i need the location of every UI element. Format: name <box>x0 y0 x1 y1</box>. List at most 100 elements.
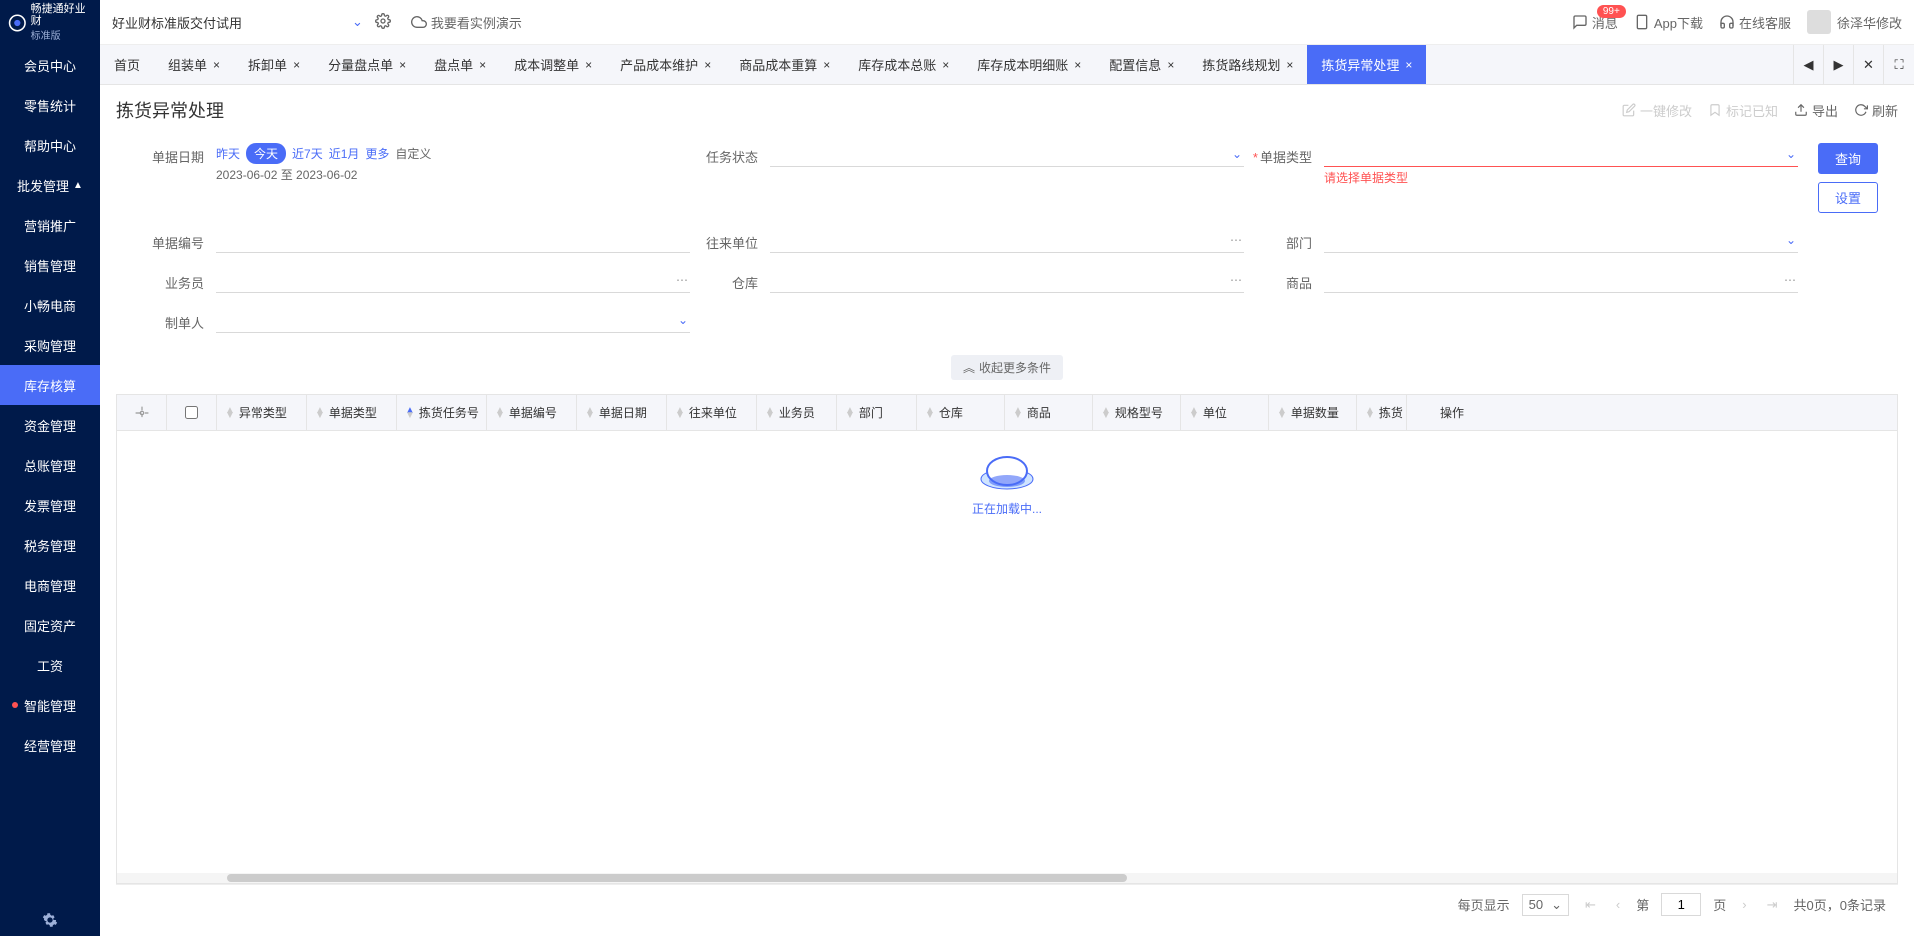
export-button[interactable]: 导出 <box>1794 101 1838 120</box>
sidebar-item-12[interactable]: 税务管理 <box>0 525 100 565</box>
sidebar-item-0[interactable]: 会员中心 <box>0 45 100 85</box>
column-header-10[interactable]: ▲▼规格型号 <box>1093 395 1181 430</box>
doc-no-input[interactable] <box>216 229 690 253</box>
column-header-3[interactable]: ▲▼单据编号 <box>487 395 577 430</box>
column-header-6[interactable]: ▲▼业务员 <box>757 395 837 430</box>
product-input[interactable] <box>1324 269 1798 293</box>
sidebar-item-10[interactable]: 总账管理 <box>0 445 100 485</box>
column-header-7[interactable]: ▲▼部门 <box>837 395 917 430</box>
warehouse-input[interactable] <box>770 269 1244 293</box>
sidebar-item-14[interactable]: 固定资产 <box>0 605 100 645</box>
sidebar-item-3[interactable]: 批发管理▲ <box>0 165 100 205</box>
pill-last-month[interactable]: 近1月 <box>329 145 360 162</box>
close-icon[interactable]: × <box>942 58 949 72</box>
pill-last7[interactable]: 近7天 <box>292 145 323 162</box>
demo-link[interactable]: 我要看实例演示 <box>411 13 522 32</box>
tab-3[interactable]: 分量盘点单× <box>314 45 420 84</box>
refresh-button[interactable]: 刷新 <box>1854 101 1898 120</box>
tab-0[interactable]: 首页 <box>100 45 154 84</box>
tab-7[interactable]: 商品成本重算× <box>725 45 844 84</box>
page-last[interactable]: ⇥ <box>1763 897 1782 913</box>
page-first[interactable]: ⇤ <box>1581 897 1600 913</box>
close-icon[interactable]: × <box>213 58 220 72</box>
ellipsis-icon[interactable]: ⋯ <box>1230 233 1242 247</box>
column-settings[interactable] <box>117 395 167 430</box>
doc-type-select[interactable] <box>1324 143 1798 167</box>
per-page-select[interactable]: 50 ⌄ <box>1522 894 1569 916</box>
sidebar-item-1[interactable]: 零售统计 <box>0 85 100 125</box>
sidebar-item-11[interactable]: 发票管理 <box>0 485 100 525</box>
pill-today[interactable]: 今天 <box>246 143 286 164</box>
company-selector[interactable]: 好业财标准版交付试用 ⌄ <box>112 13 363 32</box>
page-input[interactable] <box>1661 893 1701 916</box>
column-header-4[interactable]: ▲▼单据日期 <box>577 395 667 430</box>
ellipsis-icon[interactable]: ⋯ <box>676 273 688 287</box>
sidebar-item-17[interactable]: 经营管理 <box>0 725 100 765</box>
dept-select[interactable] <box>1324 229 1798 253</box>
partner-input[interactable] <box>770 229 1244 253</box>
sidebar-settings-icon[interactable] <box>42 912 58 931</box>
chevron-down-icon[interactable]: ⌄ <box>678 313 688 327</box>
page-next[interactable]: › <box>1738 897 1750 912</box>
query-button[interactable]: 查询 <box>1818 143 1878 174</box>
column-header-9[interactable]: ▲▼商品 <box>1005 395 1093 430</box>
page-prev[interactable]: ‹ <box>1612 897 1624 912</box>
column-header-12[interactable]: ▲▼单据数量 <box>1269 395 1357 430</box>
close-icon[interactable]: × <box>823 58 830 72</box>
sidebar-item-9[interactable]: 资金管理 <box>0 405 100 445</box>
tab-10[interactable]: 配置信息× <box>1095 45 1188 84</box>
close-icon[interactable]: × <box>1405 58 1412 72</box>
topbar-settings-icon[interactable] <box>375 13 391 32</box>
sidebar-item-15[interactable]: 工资 <box>0 645 100 685</box>
tab-6[interactable]: 产品成本维护× <box>606 45 725 84</box>
column-header-2[interactable]: ▲▼拣货任务号 <box>397 395 487 430</box>
select-all-checkbox[interactable] <box>167 395 217 430</box>
column-header-14[interactable]: 操作 <box>1407 395 1497 430</box>
settings-button[interactable]: 设置 <box>1818 182 1878 213</box>
chevron-down-icon[interactable]: ⌄ <box>1786 147 1796 161</box>
column-header-5[interactable]: ▲▼往来单位 <box>667 395 757 430</box>
messages-button[interactable]: 消息 99+ <box>1572 13 1618 32</box>
ellipsis-icon[interactable]: ⋯ <box>1784 273 1796 287</box>
close-icon[interactable]: × <box>585 58 592 72</box>
column-header-8[interactable]: ▲▼仓库 <box>917 395 1005 430</box>
sidebar-item-5[interactable]: 销售管理 <box>0 245 100 285</box>
close-icon[interactable]: × <box>399 58 406 72</box>
tab-close-all[interactable]: ✕ <box>1854 45 1884 84</box>
ellipsis-icon[interactable]: ⋯ <box>1230 273 1242 287</box>
close-icon[interactable]: × <box>479 58 486 72</box>
fullscreen-button[interactable]: ⛶ <box>1884 45 1914 84</box>
user-menu[interactable]: 徐泽华修改 <box>1807 10 1902 34</box>
tab-scroll-right[interactable]: ▶ <box>1824 45 1854 84</box>
column-header-13[interactable]: ▲▼拣货 <box>1357 395 1407 430</box>
tab-11[interactable]: 拣货路线规划× <box>1188 45 1307 84</box>
pill-more[interactable]: 更多 <box>365 145 389 162</box>
column-header-11[interactable]: ▲▼单位 <box>1181 395 1269 430</box>
online-service-button[interactable]: 在线客服 <box>1719 13 1791 32</box>
collapse-filters-button[interactable]: ︽ 收起更多条件 <box>951 355 1063 380</box>
tab-4[interactable]: 盘点单× <box>420 45 500 84</box>
chevron-down-icon[interactable]: ⌄ <box>1232 147 1242 161</box>
close-icon[interactable]: × <box>1074 58 1081 72</box>
column-header-0[interactable]: ▲▼异常类型 <box>217 395 307 430</box>
close-icon[interactable]: × <box>293 58 300 72</box>
close-icon[interactable]: × <box>1167 58 1174 72</box>
tab-5[interactable]: 成本调整单× <box>500 45 606 84</box>
sidebar-item-16[interactable]: 智能管理 <box>0 685 100 725</box>
close-icon[interactable]: × <box>1286 58 1293 72</box>
chevron-down-icon[interactable]: ⌄ <box>1786 233 1796 247</box>
sidebar-item-4[interactable]: 营销推广 <box>0 205 100 245</box>
close-icon[interactable]: × <box>704 58 711 72</box>
sales-input[interactable] <box>216 269 690 293</box>
app-download-button[interactable]: App下载 <box>1634 13 1703 32</box>
sidebar-item-2[interactable]: 帮助中心 <box>0 125 100 165</box>
column-header-1[interactable]: ▲▼单据类型 <box>307 395 397 430</box>
task-status-select[interactable] <box>770 143 1244 167</box>
pill-custom[interactable]: 自定义 <box>395 145 431 162</box>
sidebar-item-8[interactable]: 库存核算 <box>0 365 100 405</box>
tab-8[interactable]: 库存成本总账× <box>844 45 963 84</box>
sidebar-item-13[interactable]: 电商管理 <box>0 565 100 605</box>
tab-scroll-left[interactable]: ◀ <box>1794 45 1824 84</box>
sidebar-item-7[interactable]: 采购管理 <box>0 325 100 365</box>
tab-12[interactable]: 拣货异常处理× <box>1307 45 1426 84</box>
